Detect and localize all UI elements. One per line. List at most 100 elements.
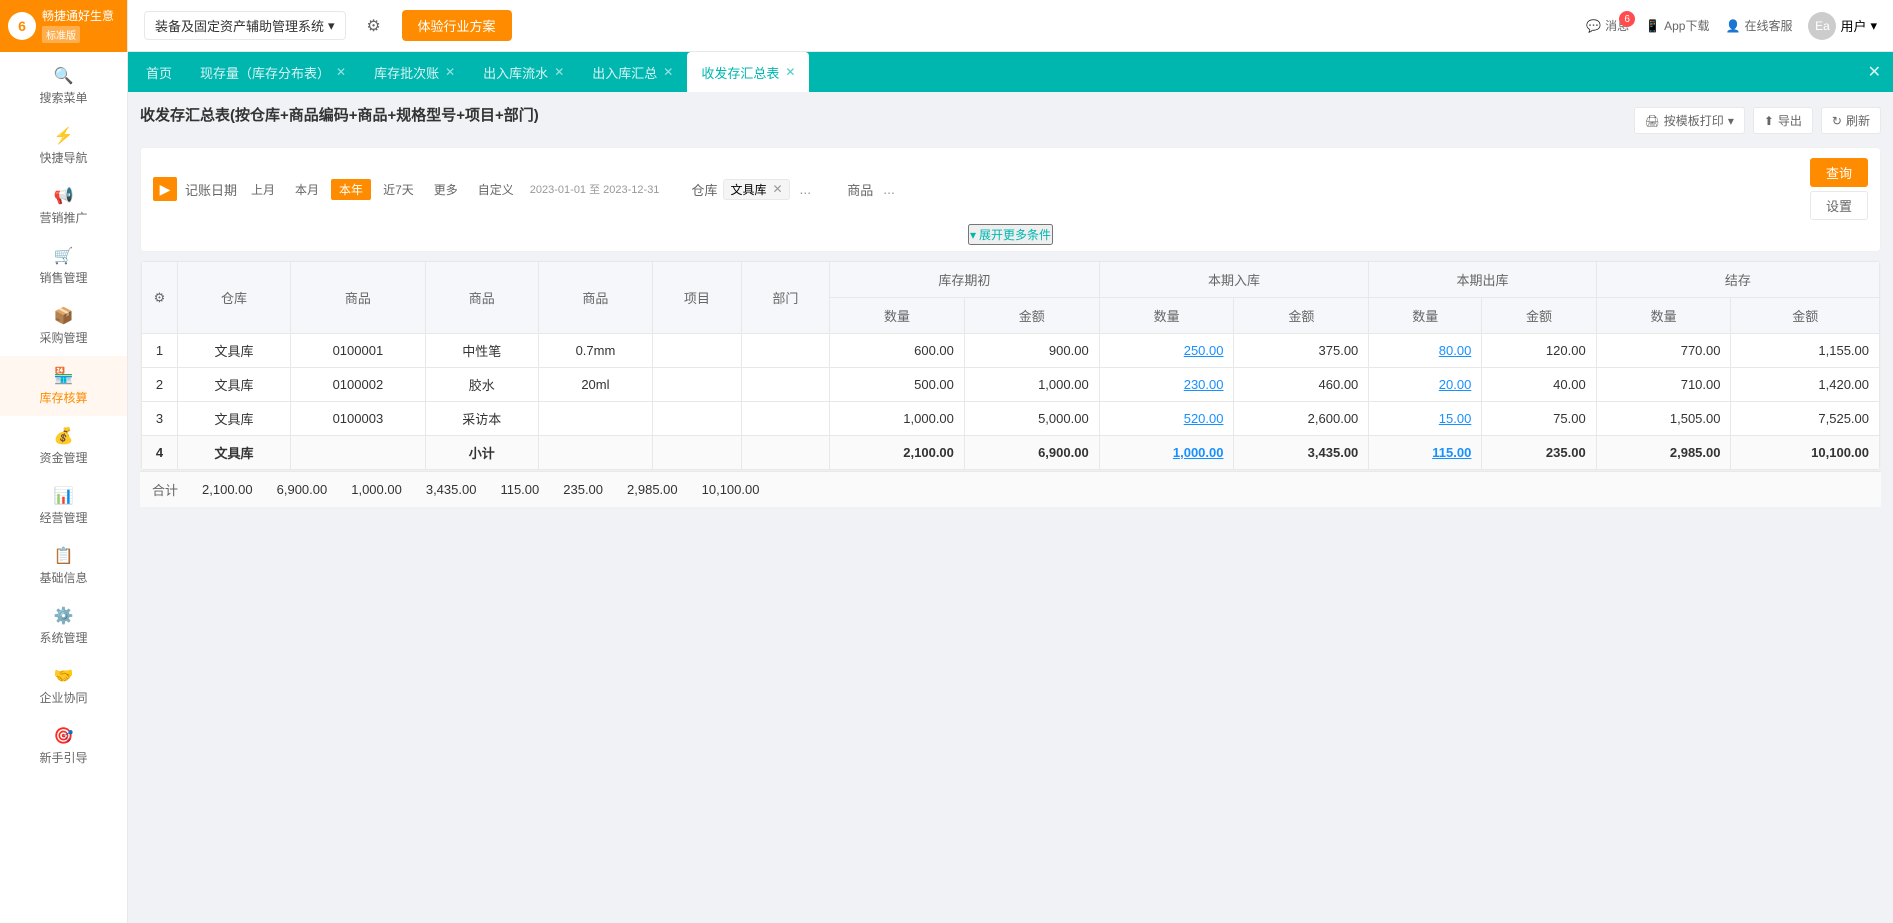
cell-in-qty[interactable]: 250.00	[1099, 334, 1234, 368]
export-label: 导出	[1778, 112, 1802, 129]
sidebar-item-search[interactable]: 🔍 搜索菜单	[0, 56, 127, 116]
cell-project	[653, 436, 742, 470]
sidebar-item-label: 新手引导	[39, 749, 87, 766]
tab-batch-account[interactable]: 库存批次账 ✕	[360, 52, 469, 92]
date-filter-group: 记账日期 上月 本月 本年 近7天 更多 自定义	[185, 179, 522, 200]
logo-text-block: 畅捷通好生意 标准版	[42, 9, 114, 44]
th-bal-amt: 金额	[1731, 298, 1880, 334]
export-button[interactable]: ⬆ 导出	[1753, 107, 1813, 134]
tab-receive-summary[interactable]: 收发存汇总表 ✕	[687, 52, 809, 92]
date-btn-this-month[interactable]: 本月	[287, 179, 327, 200]
tab-flow[interactable]: 出入库流水 ✕	[469, 52, 578, 92]
sidebar-item-operation[interactable]: 📊 经营管理	[0, 476, 127, 536]
cell-project	[653, 334, 742, 368]
tab-label: 收发存汇总表	[701, 63, 779, 82]
th-open-amt: 金额	[964, 298, 1099, 334]
tab-close-icon[interactable]: ✕	[663, 65, 673, 79]
tab-home[interactable]: 首页	[132, 52, 186, 92]
cell-warehouse: 文具库	[178, 402, 291, 436]
sidebar-item-label: 库存核算	[39, 389, 87, 406]
th-project: 项目	[653, 262, 742, 334]
cell-out-qty[interactable]: 20.00	[1369, 368, 1482, 402]
cell-out-qty[interactable]: 80.00	[1369, 334, 1482, 368]
trial-button[interactable]: 体验行业方案	[402, 10, 512, 41]
message-button[interactable]: 💬 消息 6	[1586, 17, 1629, 34]
sidebar-item-finance[interactable]: 💰 资金管理	[0, 416, 127, 476]
date-btn-7days[interactable]: 近7天	[375, 179, 422, 200]
cell-out-qty[interactable]: 15.00	[1369, 402, 1482, 436]
refresh-label: 刷新	[1846, 112, 1870, 129]
tab-home-label: 首页	[146, 63, 172, 82]
logo-text: 畅捷通好生意	[42, 9, 114, 25]
cell-spec	[538, 402, 652, 436]
sidebar-item-label: 采购管理	[39, 329, 87, 346]
sidebar-item-label: 资金管理	[39, 449, 87, 466]
tab-stock-distribution[interactable]: 现存量（库存分布表） ✕	[186, 52, 360, 92]
service-icon: 👤	[1725, 19, 1740, 33]
online-service-button[interactable]: 👤 在线客服	[1725, 17, 1792, 34]
page-title: 收发存汇总表(按仓库+商品编码+商品+规格型号+项目+部门)	[140, 104, 539, 125]
refresh-button[interactable]: ↻ 刷新	[1821, 107, 1881, 134]
cell-in-qty[interactable]: 230.00	[1099, 368, 1234, 402]
sidebar-item-label: 销售管理	[39, 269, 87, 286]
app-download-button[interactable]: 📱 App下载	[1645, 17, 1709, 34]
tab-close-icon[interactable]: ✕	[445, 65, 455, 79]
cell-open-amt: 900.00	[964, 334, 1099, 368]
tab-label: 出入库流水	[483, 63, 548, 82]
expand-more-button[interactable]: ▾ 展开更多条件	[968, 224, 1053, 245]
sidebar-item-sales[interactable]: 🛒 销售管理	[0, 236, 127, 296]
footer-bal-qty: 2,985.00	[627, 482, 678, 497]
topbar-right: 💬 消息 6 📱 App下载 👤 在线客服 Ea 用户 ▾	[1586, 12, 1877, 40]
tab-summary[interactable]: 出入库汇总 ✕	[578, 52, 687, 92]
cell-open-qty: 2,100.00	[830, 436, 965, 470]
content-area: 收发存汇总表(按仓库+商品编码+商品+规格型号+项目+部门) 🖨 按模板打印 ▾…	[128, 92, 1893, 923]
tab-close-icon[interactable]: ✕	[785, 65, 795, 79]
sidebar-item-enterprise[interactable]: 🤝 企业协同	[0, 656, 127, 716]
cell-name: 小计	[425, 436, 538, 470]
logo-icon: 6	[8, 12, 36, 40]
date-btn-this-year[interactable]: 本年	[331, 179, 371, 200]
tab-close-icon[interactable]: ✕	[336, 65, 346, 79]
sidebar-item-marketing[interactable]: 📢 营销推广	[0, 176, 127, 236]
warehouse-tag: 文具库 ✕	[723, 179, 789, 200]
sidebar-item-basic[interactable]: 📋 基础信息	[0, 536, 127, 596]
warehouse-more-button[interactable]: ...	[796, 181, 816, 197]
system-selector[interactable]: 装备及固定资产辅助管理系统 ▾	[144, 11, 346, 40]
warehouse-filter-group: 仓库 文具库 ✕ ...	[691, 179, 815, 200]
tab-close-icon[interactable]: ✕	[554, 65, 564, 79]
page-header: 收发存汇总表(按仓库+商品编码+商品+规格型号+项目+部门) 🖨 按模板打印 ▾…	[140, 104, 1881, 137]
query-button[interactable]: 查询	[1810, 158, 1868, 187]
gear-button[interactable]: ⚙	[358, 10, 390, 42]
close-all-tabs-button[interactable]: ✕	[1860, 62, 1889, 82]
cell-in-qty[interactable]: 520.00	[1099, 402, 1234, 436]
date-btn-last-month[interactable]: 上月	[243, 179, 283, 200]
cell-project	[653, 402, 742, 436]
th-gear[interactable]: ⚙	[142, 262, 178, 334]
cell-open-qty: 1,000.00	[830, 402, 965, 436]
date-btn-custom[interactable]: 自定义	[470, 179, 522, 200]
sidebar-item-purchase[interactable]: 📦 采购管理	[0, 296, 127, 356]
date-btn-more[interactable]: 更多	[426, 179, 466, 200]
sidebar-item-system[interactable]: ⚙️ 系统管理	[0, 596, 127, 656]
cell-out-qty[interactable]: 115.00	[1369, 436, 1482, 470]
filter-toggle-button[interactable]: ▶	[153, 177, 177, 201]
cell-open-amt: 5,000.00	[964, 402, 1099, 436]
inventory-icon: 🏪	[54, 366, 74, 386]
cell-spec: 0.7mm	[538, 334, 652, 368]
sidebar-item-quick-nav[interactable]: ⚡ 快捷导航	[0, 116, 127, 176]
cell-in-qty[interactable]: 1,000.00	[1099, 436, 1234, 470]
user-menu[interactable]: Ea 用户 ▾	[1808, 12, 1877, 40]
system-title: 装备及固定资产辅助管理系统	[155, 16, 324, 35]
warehouse-tag-remove[interactable]: ✕	[772, 182, 782, 196]
setting-button[interactable]: 设置	[1810, 191, 1868, 220]
finance-icon: 💰	[54, 426, 74, 446]
sidebar-item-inventory[interactable]: 🏪 库存核算	[0, 356, 127, 416]
cell-bal-qty: 770.00	[1596, 334, 1731, 368]
goods-more-button[interactable]: ...	[879, 181, 899, 197]
data-table: ⚙ 仓库 商品 商品 商品 项目 部门 库存期初 本期入库 本期出库 结存 数量	[141, 261, 1880, 470]
cell-name: 胶水	[425, 368, 538, 402]
print-button[interactable]: 🖨 按模板打印 ▾	[1634, 107, 1745, 134]
cell-spec: 20ml	[538, 368, 652, 402]
sidebar-item-guide[interactable]: 🎯 新手引导	[0, 716, 127, 776]
th-dept: 部门	[741, 262, 830, 334]
